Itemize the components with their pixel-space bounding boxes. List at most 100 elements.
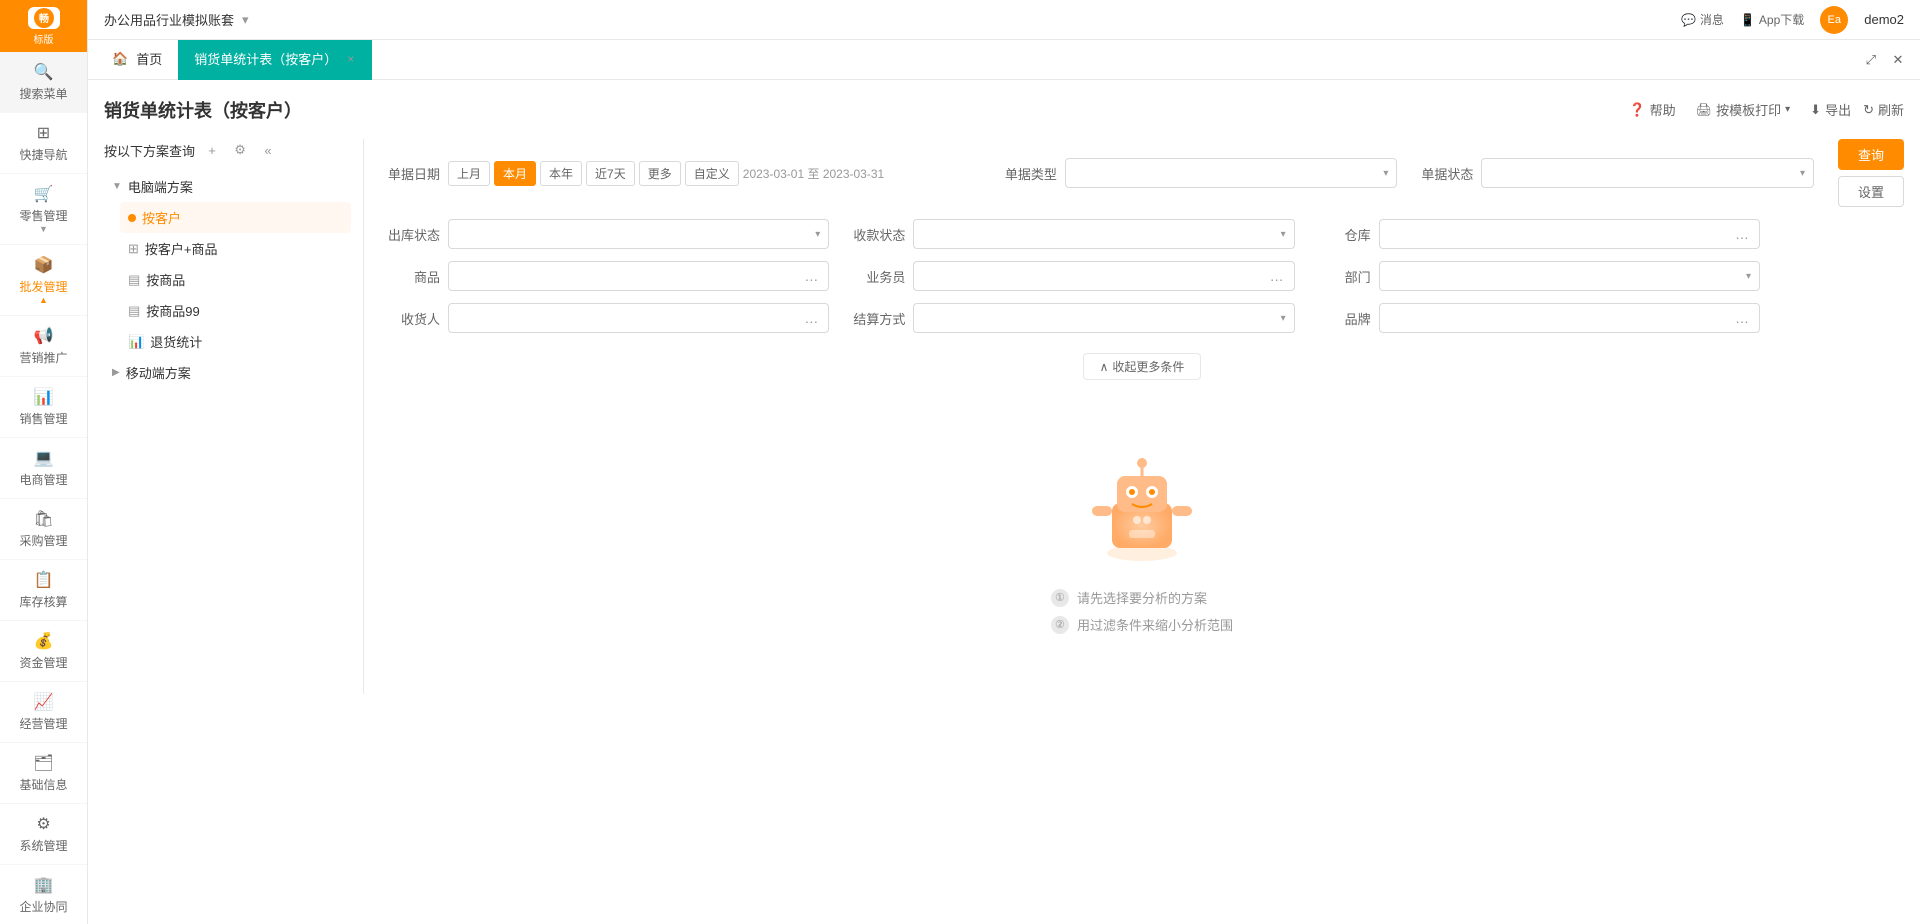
search-icon: 🔍 <box>34 62 54 82</box>
date-btn-this-year[interactable]: 本年 <box>540 161 582 186</box>
salesperson-input[interactable]: … <box>913 261 1294 291</box>
sidebar-item-purchase[interactable]: 🛍 采购管理 <box>0 499 87 560</box>
empty-state: ① 请先选择要分析的方案 ② 用过滤条件来缩小分析范围 <box>380 388 1904 694</box>
action-btns: 查询 设置 <box>1838 139 1904 207</box>
tab-bar: 🏠 首页 销货单统计表（按客户） × ⤢ ✕ <box>88 40 1920 80</box>
sidebar-item-ecommerce[interactable]: 💻 电商管理 <box>0 438 87 499</box>
tree-group-desktop[interactable]: ▼ 电脑端方案 <box>104 171 351 202</box>
sidebar-item-label: 销售管理 <box>19 410 67 427</box>
tree-item-label: 按客户+商品 <box>145 239 218 258</box>
sidebar-item-retail[interactable]: 🛒 零售管理 ▼ <box>0 174 87 245</box>
edit-scheme-btn[interactable]: ⚙ <box>229 139 251 161</box>
filter-item-receiver: 收货人 … <box>380 303 829 333</box>
user-name[interactable]: demo2 <box>1864 12 1904 27</box>
sidebar-item-system[interactable]: ⚙ 系统管理 <box>0 804 87 865</box>
logo-icon: 畅 <box>28 7 60 29</box>
app-download-action[interactable]: 📱 App下载 <box>1740 11 1804 28</box>
left-sidebar: 畅 标版 🔍 搜索菜单 ⊞ 快捷导航 🛒 零售管理 ▼ 📦 批发管理 ▲ 📢 营… <box>0 0 88 924</box>
doc-type-label: 单据类型 <box>997 164 1057 183</box>
product-input[interactable]: … <box>448 261 829 291</box>
avatar[interactable]: Ea <box>1820 6 1848 34</box>
header-right: 💬 消息 📱 App下载 Ea demo2 <box>1681 6 1904 34</box>
tree-item-label: 按商品 <box>146 270 185 289</box>
settlement-select[interactable]: ▾ <box>913 303 1294 333</box>
settings-btn[interactable]: 设置 <box>1838 176 1904 207</box>
filter-item-date: 单据日期 上月 本月 本年 近7天 更多 自定义 2023-03-01 至 20… <box>380 161 981 186</box>
export-btn[interactable]: ⬇ 导出 <box>1810 100 1851 119</box>
hint-text-2: 用过滤条件来缩小分析范围 <box>1077 615 1233 634</box>
panel-header: 按以下方案查询 + ⚙ « <box>104 139 351 161</box>
sidebar-item-marketing[interactable]: 📢 营销推广 <box>0 316 87 377</box>
tree-item-by-customer[interactable]: 按客户 <box>120 202 351 233</box>
doc-type-select[interactable]: ▾ <box>1065 158 1398 188</box>
tree-item-by-product-99[interactable]: ▤ 按商品99 <box>120 295 351 326</box>
expand-icon: ▼ <box>112 181 122 192</box>
sales-icon: 📊 <box>34 387 54 407</box>
department-label: 部门 <box>1311 267 1371 286</box>
empty-hint-2: ② 用过滤条件来缩小分析范围 <box>1051 615 1233 634</box>
warehouse-input[interactable]: … <box>1379 219 1760 249</box>
filter-item-settlement: 结算方式 ▾ <box>845 303 1294 333</box>
sidebar-item-search[interactable]: 🔍 搜索菜单 <box>0 52 87 113</box>
grid-icon: ⊞ <box>128 241 139 257</box>
add-scheme-btn[interactable]: + <box>201 139 223 161</box>
sidebar-item-basics[interactable]: 🗂 基础信息 <box>0 743 87 804</box>
tab-home[interactable]: 🏠 首页 <box>96 40 178 80</box>
main-area: 办公用品行业模拟账套 ▾ 💬 消息 📱 App下载 Ea demo2 🏠 首页 … <box>88 0 1920 924</box>
date-btn-7days[interactable]: 近7天 <box>586 161 635 186</box>
expand-icon: ▶ <box>112 367 120 378</box>
brand-input[interactable]: … <box>1379 303 1760 333</box>
sidebar-item-label: 企业协同 <box>19 898 67 915</box>
tree-group-label: 移动端方案 <box>126 363 191 382</box>
tree-item-return-stats[interactable]: 📊 退货统计 <box>120 326 351 357</box>
date-btn-this-month[interactable]: 本月 <box>494 161 536 186</box>
more-icon: … <box>804 310 820 326</box>
suite-dropdown-icon[interactable]: ▾ <box>242 12 249 28</box>
message-action[interactable]: 💬 消息 <box>1681 11 1724 28</box>
refresh-label: 刷新 <box>1878 100 1904 119</box>
header-left: 办公用品行业模拟账套 ▾ <box>104 10 249 29</box>
date-btn-more[interactable]: 更多 <box>639 161 681 186</box>
sidebar-item-inventory[interactable]: 📋 库存核算 <box>0 560 87 621</box>
tree-item-by-customer-product[interactable]: ⊞ 按客户+商品 <box>120 233 351 264</box>
tab-sales-stats[interactable]: 销货单统计表（按客户） × <box>178 40 372 80</box>
tab-close-icon[interactable]: × <box>345 50 356 68</box>
ecommerce-icon: 💻 <box>34 448 54 468</box>
receiver-input[interactable]: … <box>448 303 829 333</box>
sidebar-item-nav[interactable]: ⊞ 快捷导航 <box>0 113 87 174</box>
sidebar-item-sales[interactable]: 📊 销售管理 <box>0 377 87 438</box>
refresh-btn[interactable]: ↻ 刷新 <box>1863 100 1904 119</box>
receipt-status-label: 收款状态 <box>845 225 905 244</box>
enterprise-icon: 🏢 <box>34 875 54 895</box>
department-select[interactable]: ▾ <box>1379 261 1760 291</box>
out-status-select[interactable]: ▾ <box>448 219 829 249</box>
app-logo: 畅 标版 <box>0 0 88 52</box>
collapse-btn[interactable]: ∧ 收起更多条件 <box>1083 353 1202 380</box>
sidebar-item-label: 营销推广 <box>19 349 67 366</box>
help-icon: ❓ <box>1629 102 1645 118</box>
doc-status-select[interactable]: ▾ <box>1481 158 1814 188</box>
filter-row-3: 商品 … 业务员 … <box>380 261 1904 291</box>
window-close-icon[interactable]: ✕ <box>1884 46 1912 74</box>
hint-number-2: ② <box>1051 616 1069 634</box>
sidebar-item-operations[interactable]: 📈 经营管理 <box>0 682 87 743</box>
help-btn[interactable]: ❓ 帮助 <box>1629 100 1675 119</box>
collapse-panel-btn[interactable]: « <box>257 139 279 161</box>
date-btn-custom[interactable]: 自定义 <box>685 161 739 186</box>
date-btn-last-month[interactable]: 上月 <box>448 161 490 186</box>
receipt-status-select[interactable]: ▾ <box>913 219 1294 249</box>
top-header: 办公用品行业模拟账套 ▾ 💬 消息 📱 App下载 Ea demo2 <box>88 0 1920 40</box>
sidebar-item-finance[interactable]: 💰 资金管理 <box>0 621 87 682</box>
panel-header-label: 按以下方案查询 <box>104 141 195 160</box>
query-btn[interactable]: 查询 <box>1838 139 1904 170</box>
tree-children-desktop: 按客户 ⊞ 按客户+商品 ▤ 按商品 ▤ <box>104 202 351 357</box>
receiver-label: 收货人 <box>380 309 440 328</box>
template-print-btn[interactable]: 🖨 按模板打印 ▾ <box>1688 96 1799 123</box>
tree-group-mobile[interactable]: ▶ 移动端方案 <box>104 357 351 388</box>
refresh-icon: ↻ <box>1863 102 1874 118</box>
tree-item-by-product[interactable]: ▤ 按商品 <box>120 264 351 295</box>
sidebar-item-wholesale[interactable]: 📦 批发管理 ▲ <box>0 245 87 316</box>
tab-expand-icon[interactable]: ⤢ <box>1858 52 1884 68</box>
filter-row-2: 出库状态 ▾ 收款状态 ▾ <box>380 219 1904 249</box>
sidebar-item-enterprise[interactable]: 🏢 企业协同 <box>0 865 87 924</box>
